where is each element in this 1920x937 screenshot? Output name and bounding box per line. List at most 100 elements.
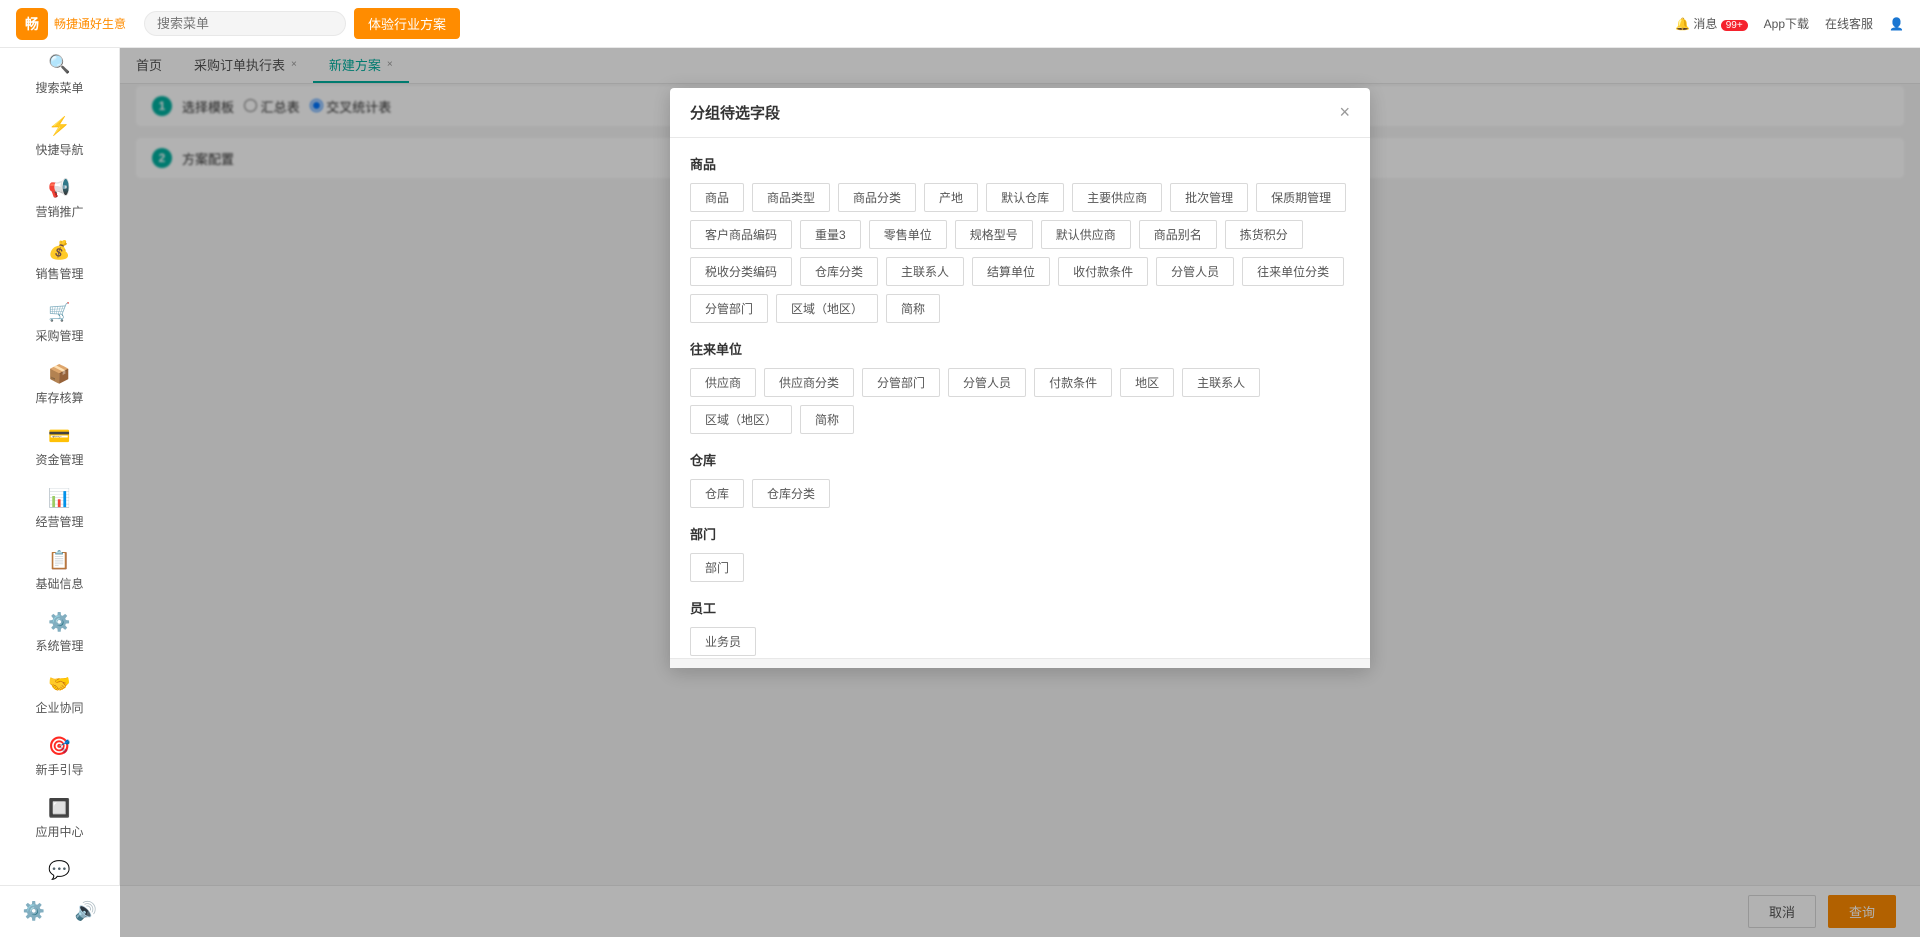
modal-header: 分组待选字段 ×	[670, 88, 1370, 138]
modal-body: 商品商品商品类型商品分类产地默认仓库主要供应商批次管理保质期管理客户商品编码重量…	[670, 138, 1370, 658]
online-service[interactable]: 在线客服	[1825, 15, 1873, 32]
sidebar-label-采购管理: 采购管理	[35, 327, 83, 344]
logo-icon: 畅	[16, 8, 48, 40]
field-tag-主联系人[interactable]: 主联系人	[1182, 368, 1260, 397]
sidebar-icon-快捷导航: ⚡	[48, 116, 70, 137]
field-tag-分管部门[interactable]: 分管部门	[862, 368, 940, 397]
sidebar-label-应用中心: 应用中心	[35, 823, 83, 840]
sidebar-icon-采购管理: 🛒	[48, 302, 70, 323]
sidebar-item-经营管理[interactable]: 📊 经营管理	[0, 478, 119, 540]
section-employee: 员工业务员	[690, 598, 1350, 656]
sidebar-label-经营管理: 经营管理	[35, 513, 83, 530]
sidebar-item-企业协同[interactable]: 🤝 企业协同	[0, 664, 119, 726]
field-tag-客户商品编码[interactable]: 客户商品编码	[690, 220, 792, 249]
logo-area: 畅 畅捷通好生意	[16, 8, 136, 40]
sidebar-icon-企业微信: 💬	[48, 860, 70, 881]
sidebar-label-库存核算: 库存核算	[35, 389, 83, 406]
sidebar-item-采购管理[interactable]: 🛒 采购管理	[0, 292, 119, 354]
section-label-product: 商品	[690, 154, 1350, 173]
sidebar-item-资金管理[interactable]: 💳 资金管理	[0, 416, 119, 478]
field-tag-分管人员[interactable]: 分管人员	[948, 368, 1026, 397]
sidebar-icon-系统管理: ⚙️	[48, 612, 70, 633]
sidebar-icon-应用中心: 🔲	[48, 798, 70, 819]
field-tag-地区[interactable]: 地区	[1120, 368, 1174, 397]
modal-title: 分组待选字段	[690, 102, 780, 123]
field-tag-付款条件[interactable]: 付款条件	[1034, 368, 1112, 397]
field-tags-department: 部门	[690, 553, 1350, 582]
modal-close-btn[interactable]: ×	[1339, 102, 1350, 123]
field-tag-分管部门[interactable]: 分管部门	[690, 294, 768, 323]
field-tag-主要供应商[interactable]: 主要供应商	[1072, 183, 1162, 212]
field-tag-往来单位分类[interactable]: 往来单位分类	[1242, 257, 1344, 286]
app-download[interactable]: App下载	[1764, 15, 1809, 32]
field-tag-供应商[interactable]: 供应商	[690, 368, 756, 397]
section-partner: 往来单位供应商供应商分类分管部门分管人员付款条件地区主联系人区域（地区）简称	[690, 339, 1350, 434]
notice-label: 消息	[1693, 17, 1717, 31]
notice-icon[interactable]: 🔔 消息 99+	[1675, 15, 1748, 32]
field-tag-结算单位[interactable]: 结算单位	[972, 257, 1050, 286]
section-label-department: 部门	[690, 524, 1350, 543]
settings-icon[interactable]: ⚙️	[23, 901, 45, 922]
field-tag-拣货积分[interactable]: 拣货积分	[1225, 220, 1303, 249]
field-tag-简称[interactable]: 简称	[886, 294, 940, 323]
field-tag-区域（地区）[interactable]: 区域（地区）	[776, 294, 878, 323]
field-tag-仓库[interactable]: 仓库	[690, 479, 744, 508]
top-tabs	[476, 0, 1667, 47]
sidebar-item-销售管理[interactable]: 💰 销售管理	[0, 230, 119, 292]
field-tags-warehouse: 仓库仓库分类	[690, 479, 1350, 508]
sidebar-item-快捷导航[interactable]: ⚡ 快捷导航	[0, 106, 119, 168]
volume-icon[interactable]: 🔊	[75, 901, 97, 922]
sidebar-label-企业协同: 企业协同	[35, 699, 83, 716]
field-tag-规格型号[interactable]: 规格型号	[955, 220, 1033, 249]
experience-btn[interactable]: 体验行业方案	[354, 8, 460, 39]
sidebar-label-销售管理: 销售管理	[35, 265, 83, 282]
modal-scroll-bar[interactable]	[670, 658, 1370, 668]
field-tag-仓库分类[interactable]: 仓库分类	[800, 257, 878, 286]
sidebar-label-基础信息: 基础信息	[35, 575, 83, 592]
field-tag-保质期管理[interactable]: 保质期管理	[1256, 183, 1346, 212]
sidebar-label-新手引导: 新手引导	[35, 761, 83, 778]
field-tag-部门[interactable]: 部门	[690, 553, 744, 582]
field-tag-主联系人[interactable]: 主联系人	[886, 257, 964, 286]
sidebar-icon-基础信息: 📋	[48, 550, 70, 571]
section-label-employee: 员工	[690, 598, 1350, 617]
field-tag-产地[interactable]: 产地	[924, 183, 978, 212]
field-tag-区域（地区）[interactable]: 区域（地区）	[690, 405, 792, 434]
field-tags-partner: 供应商供应商分类分管部门分管人员付款条件地区主联系人区域（地区） 简称	[690, 368, 1350, 434]
sidebar-item-库存核算[interactable]: 📦 库存核算	[0, 354, 119, 416]
field-tag-仓库分类[interactable]: 仓库分类	[752, 479, 830, 508]
bottom-left-bar: ⚙️ 🔊	[0, 885, 120, 937]
field-tag-商品别名[interactable]: 商品别名	[1139, 220, 1217, 249]
top-right: 🔔 消息 99+ App下载 在线客服 👤	[1675, 15, 1904, 32]
sidebar-item-营销推广[interactable]: 📢 营销推广	[0, 168, 119, 230]
section-product: 商品商品商品类型商品分类产地默认仓库主要供应商批次管理保质期管理客户商品编码重量…	[690, 154, 1350, 323]
nav-search-input[interactable]	[144, 11, 346, 36]
logo-text: 畅捷通好生意	[54, 15, 126, 32]
field-tag-分管人员[interactable]: 分管人员	[1156, 257, 1234, 286]
field-tags-employee: 业务员	[690, 627, 1350, 656]
field-tag-商品分类[interactable]: 商品分类	[838, 183, 916, 212]
notice-badge: 99+	[1721, 20, 1748, 31]
field-tag-简称[interactable]: 简称	[800, 405, 854, 434]
field-tag-业务员[interactable]: 业务员	[690, 627, 756, 656]
sidebar-item-应用中心[interactable]: 🔲 应用中心	[0, 788, 119, 850]
sidebar-item-新手引导[interactable]: 🎯 新手引导	[0, 726, 119, 788]
field-tag-零售单位[interactable]: 零售单位	[869, 220, 947, 249]
field-tag-商品[interactable]: 商品	[690, 183, 744, 212]
section-label-warehouse: 仓库	[690, 450, 1350, 469]
field-tag-供应商分类[interactable]: 供应商分类	[764, 368, 854, 397]
sidebar-item-系统管理[interactable]: ⚙️ 系统管理	[0, 602, 119, 664]
sidebar-label-快捷导航: 快捷导航	[35, 141, 83, 158]
sidebar-label-搜索菜单: 搜索菜单	[35, 79, 83, 96]
field-tag-批次管理[interactable]: 批次管理	[1170, 183, 1248, 212]
field-tag-默认供应商[interactable]: 默认供应商	[1041, 220, 1131, 249]
field-tag-重量3[interactable]: 重量3	[800, 220, 861, 249]
sidebar-icon-销售管理: 💰	[48, 240, 70, 261]
sidebar-item-搜索菜单[interactable]: 🔍 搜索菜单	[0, 44, 119, 106]
sidebar-item-基础信息[interactable]: 📋 基础信息	[0, 540, 119, 602]
field-tag-默认仓库[interactable]: 默认仓库	[986, 183, 1064, 212]
field-tag-收付款条件[interactable]: 收付款条件	[1058, 257, 1148, 286]
user-avatar[interactable]: 👤	[1889, 17, 1904, 31]
field-tag-税收分类编码[interactable]: 税收分类编码	[690, 257, 792, 286]
field-tag-商品类型[interactable]: 商品类型	[752, 183, 830, 212]
